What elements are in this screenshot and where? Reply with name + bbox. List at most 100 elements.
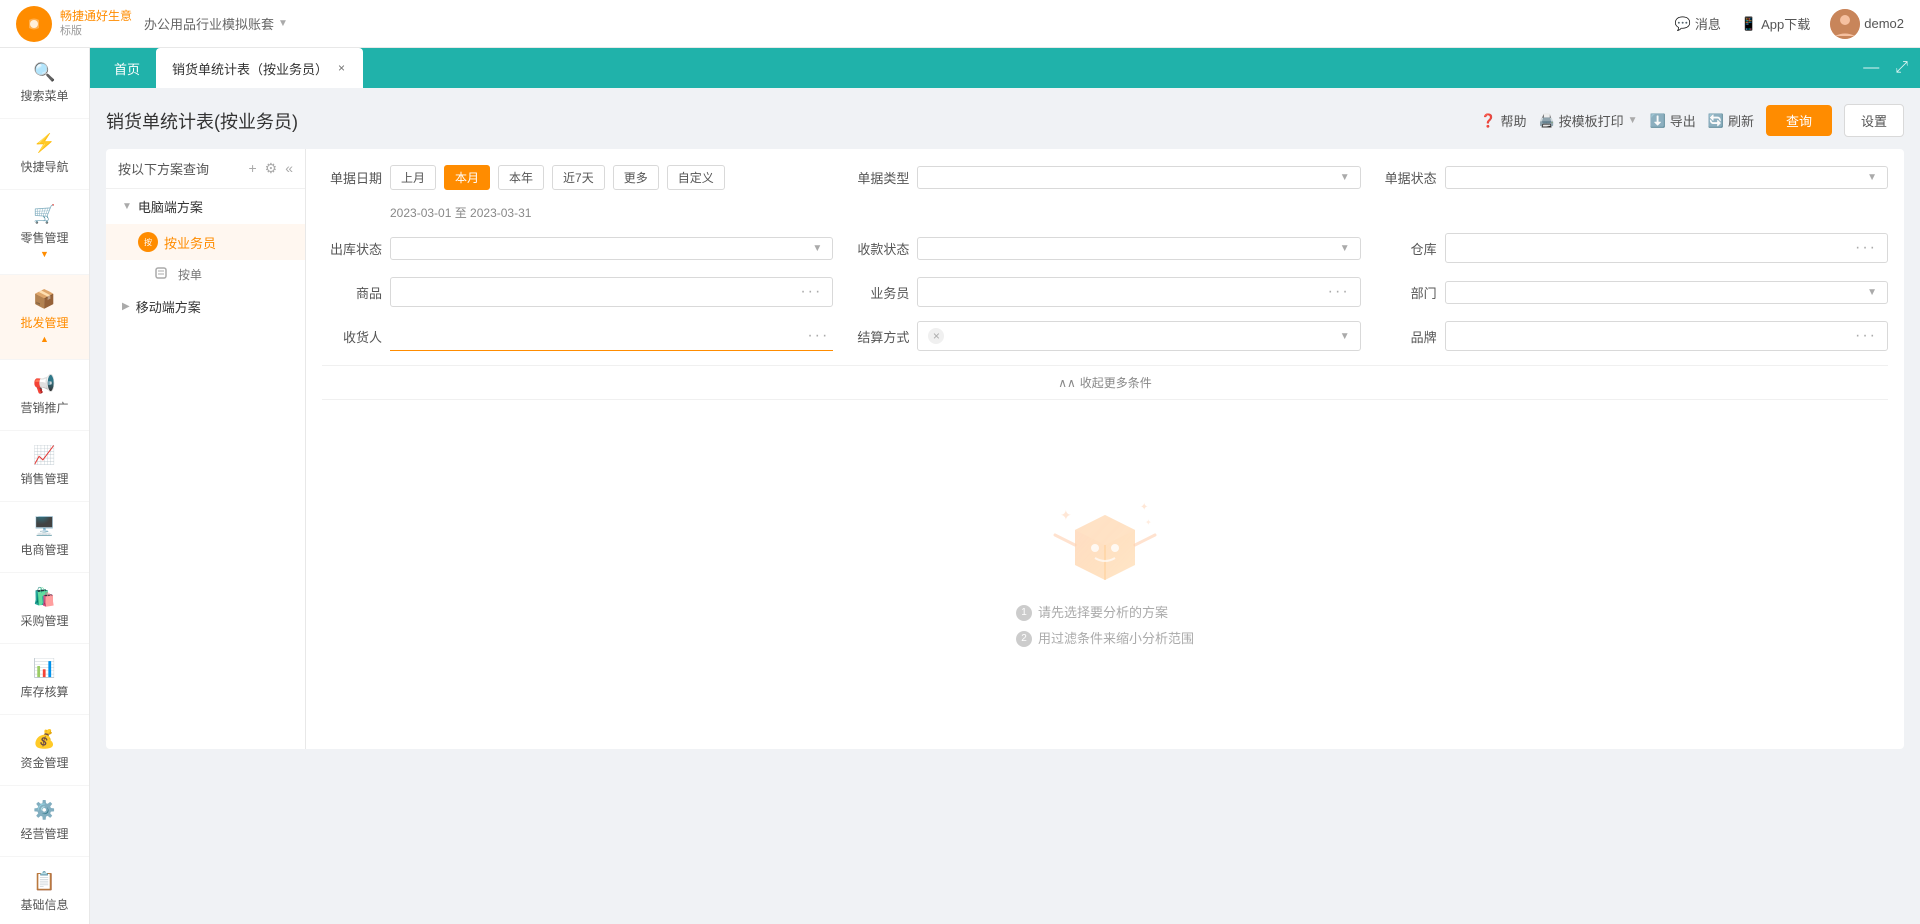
sidebar-item-wholesale[interactable]: 📦 批发管理 ▲ [0, 275, 89, 360]
date-btn-last-month[interactable]: 上月 [390, 165, 436, 190]
sales-scheme-icon: 按 [138, 232, 158, 252]
settings-scheme-btn[interactable]: ⚙ [265, 160, 278, 177]
date-btn-current-year[interactable]: 本年 [498, 165, 544, 190]
search-menu-icon: 🔍 [8, 62, 81, 83]
settlement-select[interactable]: × ▼ [917, 321, 1360, 351]
department-select[interactable]: ▼ [1445, 281, 1888, 304]
sidebar-item-quick-nav[interactable]: ⚡ 快捷导航 [0, 119, 89, 190]
print-icon: 🖨️ [1538, 113, 1554, 129]
sidebar-item-ecommerce[interactable]: 🖥️ 电商管理 [0, 502, 89, 573]
app-download-btn[interactable]: 📱 App下载 [1741, 14, 1810, 33]
filter-item-doc-status: 单据状态 ▼ [1377, 166, 1888, 189]
tree-child-sales[interactable]: 按 按业务员 [106, 224, 305, 260]
settlement-tag: × [928, 328, 944, 344]
filter-item-goods: 商品 ··· [322, 277, 833, 307]
sidebar-item-sales[interactable]: 📈 销售管理 [0, 431, 89, 502]
inventory-icon: 📊 [8, 658, 81, 679]
sidebar-item-marketing[interactable]: 📢 营销推广 [0, 360, 89, 431]
date-range-display: 2023-03-01 至 2023-03-31 [390, 204, 1888, 221]
print-dropdown-icon[interactable]: ▼ [1628, 115, 1638, 126]
sidebar-item-operation[interactable]: ⚙️ 经营管理 [0, 786, 89, 857]
receipt-status-select[interactable]: ▼ [917, 237, 1360, 260]
order-icon [154, 266, 168, 283]
message-btn[interactable]: 💬 消息 [1675, 14, 1721, 33]
help-btn[interactable]: ❓ 帮助 [1480, 111, 1526, 130]
filter-item-department: 部门 ▼ [1377, 281, 1888, 304]
settlement-arrow: ▼ [1340, 331, 1350, 342]
department-arrow: ▼ [1867, 287, 1877, 298]
help-icon: ❓ [1480, 113, 1496, 129]
goods-input[interactable]: ··· [390, 277, 833, 307]
tree-grandchild-order[interactable]: 按单 [106, 260, 305, 289]
purchase-icon: 🛍️ [8, 587, 81, 608]
expand-icon-pc: ▼ [122, 201, 132, 212]
tip-item-2: 2 用过滤条件来缩小分析范围 [1016, 626, 1194, 652]
query-button[interactable]: 查询 [1766, 105, 1832, 136]
header-title[interactable]: 办公用品行业模拟账套 ▼ [144, 14, 288, 33]
filter-item-receipt-status: 收款状态 ▼ [849, 237, 1360, 260]
receipt-status-arrow: ▼ [1340, 243, 1350, 254]
sidebar-item-basic-info[interactable]: 📋 基础信息 [0, 857, 89, 924]
filter-row-4: 收货人 ··· 结算方式 × [322, 321, 1888, 351]
left-panel-title: 按以下方案查询 [118, 159, 209, 178]
basic-info-icon: 📋 [8, 871, 81, 892]
print-btn[interactable]: 🖨️ 按模板打印 ▼ [1538, 111, 1637, 130]
sidebar-item-purchase[interactable]: 🛍️ 采购管理 [0, 573, 89, 644]
retail-icon: 🛒 [8, 204, 81, 225]
page-header: 销货单统计表(按业务员) ❓ 帮助 🖨️ 按模板打印 ▼ ⬇️ 导出 [106, 104, 1904, 137]
date-btn-7days[interactable]: 近7天 [552, 165, 605, 190]
collapse-panel-btn[interactable]: « [285, 160, 293, 177]
settlement-close-btn[interactable]: × [928, 328, 944, 344]
staff-dots: ··· [1328, 283, 1350, 301]
consignee-dots: ··· [807, 327, 829, 345]
out-status-arrow: ▼ [812, 243, 822, 254]
sidebar-item-finance[interactable]: 💰 资金管理 [0, 715, 89, 786]
refresh-btn[interactable]: 🔄 刷新 [1708, 111, 1754, 130]
tab-close-btn[interactable]: × [336, 59, 347, 77]
filter-item-date: 单据日期 上月 本月 本年 近7天 更多 自定义 [322, 165, 833, 190]
settings-button[interactable]: 设置 [1844, 104, 1904, 137]
date-btn-current-month[interactable]: 本月 [444, 165, 490, 190]
tree-node-pc[interactable]: ▼ 电脑端方案 [106, 189, 305, 224]
header-right: 💬 消息 📱 App下载 demo2 [1675, 9, 1904, 39]
doc-status-select[interactable]: ▼ [1445, 166, 1888, 189]
header-left: 畅捷通好生意 标版 办公用品行业模拟账套 ▼ [16, 6, 288, 42]
sales-icon: 📈 [8, 445, 81, 466]
content-area: 首页 销货单统计表（按业务员） × — ⤢ 销货单统计表(按业务员) ❓ 帮助 [90, 48, 1920, 924]
tip-num-1: 1 [1016, 605, 1032, 621]
header-dropdown-icon[interactable]: ▼ [278, 18, 288, 29]
sidebar-item-search-menu[interactable]: 🔍 搜索菜单 [0, 48, 89, 119]
collapse-bar[interactable]: ∧∧ 收起更多条件 [322, 365, 1888, 399]
out-status-select[interactable]: ▼ [390, 237, 833, 260]
goods-dots: ··· [800, 283, 822, 301]
tab-minimize-btn[interactable]: — [1859, 55, 1883, 81]
page-content: 销货单统计表(按业务员) ❓ 帮助 🖨️ 按模板打印 ▼ ⬇️ 导出 [90, 88, 1920, 924]
refresh-icon: 🔄 [1708, 113, 1724, 129]
filter-item-consignee: 收货人 ··· [322, 321, 833, 351]
sidebar-item-retail[interactable]: 🛒 零售管理 ▼ [0, 190, 89, 275]
add-scheme-btn[interactable]: + [248, 160, 256, 177]
date-btn-custom[interactable]: 自定义 [667, 165, 725, 190]
empty-tips: 1 请先选择要分析的方案 2 用过滤条件来缩小分析范围 [1016, 600, 1194, 652]
doc-type-select[interactable]: ▼ [917, 166, 1360, 189]
tab-maximize-btn[interactable]: ⤢ [1891, 55, 1912, 81]
export-btn[interactable]: ⬇️ 导出 [1650, 111, 1696, 130]
doc-type-arrow: ▼ [1340, 172, 1350, 183]
user-avatar-btn[interactable]: demo2 [1830, 9, 1904, 39]
left-panel-icons: + ⚙ « [248, 160, 293, 177]
settlement-label: 结算方式 [849, 327, 909, 346]
sidebar-item-inventory[interactable]: 📊 库存核算 [0, 644, 89, 715]
staff-input[interactable]: ··· [917, 277, 1360, 307]
wholesale-expand-icon: ▲ [40, 334, 49, 344]
date-btn-more[interactable]: 更多 [613, 165, 659, 190]
warehouse-input[interactable]: ··· [1445, 233, 1888, 263]
svg-text:✦: ✦ [1145, 518, 1152, 527]
tab-sales-stats[interactable]: 销货单统计表（按业务员） × [156, 48, 363, 88]
tree-node-mobile[interactable]: ▶ 移动端方案 [106, 289, 305, 324]
consignee-input[interactable]: ··· [390, 321, 833, 351]
out-status-label: 出库状态 [322, 239, 382, 258]
chevron-up-icon: ∧∧ [1058, 376, 1076, 390]
brand-input[interactable]: ··· [1445, 321, 1888, 351]
sidebar: 🔍 搜索菜单 ⚡ 快捷导航 🛒 零售管理 ▼ 📦 批发管理 ▲ 📢 营销推广 📈… [0, 48, 90, 924]
tab-home[interactable]: 首页 [98, 48, 156, 88]
